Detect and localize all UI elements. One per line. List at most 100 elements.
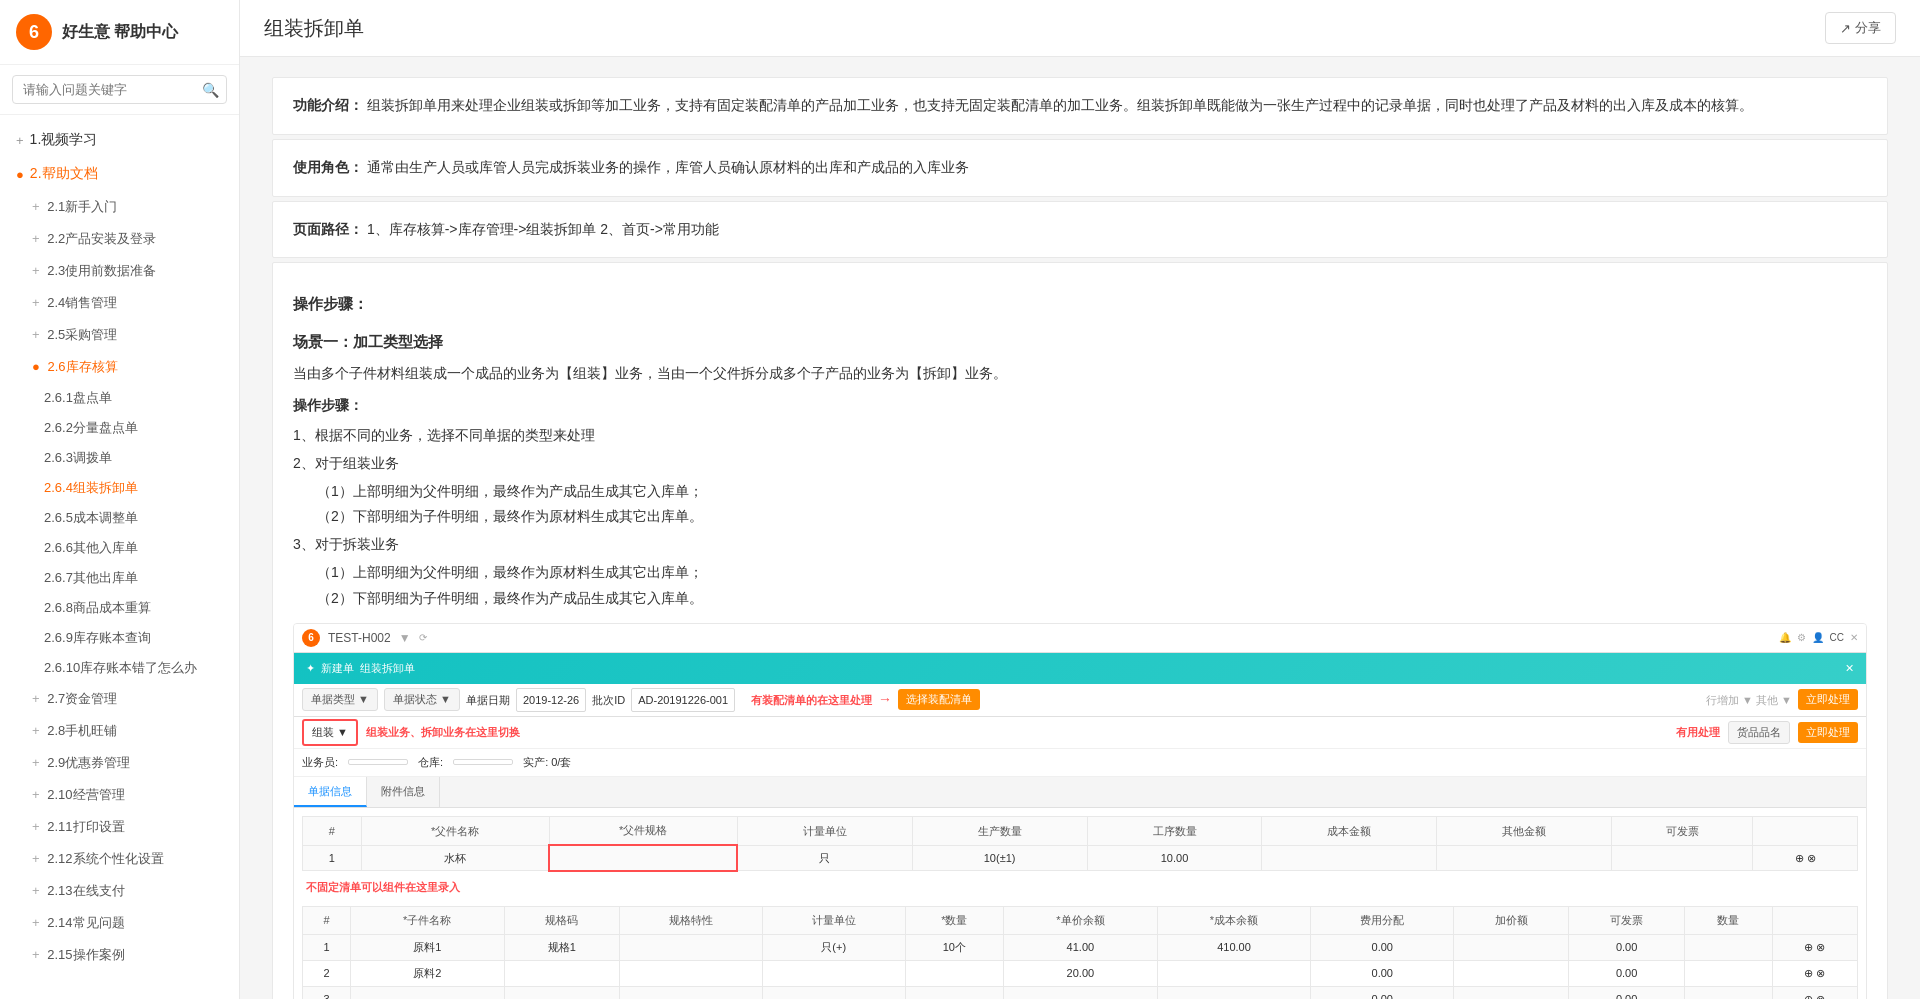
mock-ltd-specprop2 [619,960,762,986]
mock-lower-tbody: 1 原料1 规格1 只(+) 10个 41.00 410.00 0.00 [303,935,1858,999]
mock-refresh-icon: ⟳ [419,629,427,646]
mock-lth-no: # [303,907,351,935]
step3-1: （1）上部明细为父件明细，最终作为原材料生成其它出库单； [317,561,1867,585]
mock-td-pspec1[interactable] [549,845,737,871]
role-text: 通常由生产人员或库管人员完成拆装业务的操作，库管人员确认原材料的出库和产成品的入… [367,159,969,175]
sidebar-item-cases[interactable]: + 2.15操作案例 [0,939,239,971]
sidebar-item-inv264[interactable]: 2.6.4组装拆卸单 [0,473,239,503]
mock-btn-doctype[interactable]: 单据类型 ▼ [302,688,378,711]
mock-btn-docstatus[interactable]: 单据状态 ▼ [384,688,460,711]
sidebar-item-funds[interactable]: + 2.7资金管理 [0,683,239,715]
mock-arrow-right-icon: → [878,688,892,712]
sidebar-item-help[interactable]: ● 2.帮助文档 [0,157,239,191]
sidebar-item-coupon[interactable]: + 2.9优惠券管理 [0,747,239,779]
search-icon[interactable]: 🔍 [202,82,219,98]
step2: 2、对于组装业务 [293,452,1867,476]
sidebar-item-video[interactable]: + 1.视频学习 [0,123,239,157]
sidebar-item-inv266[interactable]: 2.6.6其他入库单 [0,533,239,563]
sidebar-item-newbie[interactable]: + 2.1新手入门 [0,191,239,223]
mock-upper-header-row: # *父件名称 *父件规格 计量单位 生产数量 工序数量 成本金额 其他金额 可… [303,817,1858,845]
mock-tab-active: ✦ [306,659,315,678]
mock-form-info: 业务员: 仓库: 实产: 0/套 [294,749,1866,777]
mock-app-id: TEST-H002 [328,628,391,648]
mock-lth-action [1772,907,1857,935]
sidebar-item-inv267[interactable]: 2.6.7其他出库单 [0,563,239,593]
mock-ltd-speccode2 [504,960,619,986]
sidebar-item-inv2610[interactable]: 2.6.10库存账本错了怎么办 [0,653,239,683]
mock-lower-thead: # *子件名称 规格码 规格特性 计量单位 *数量 *单价余额 *成本余额 费用… [303,907,1858,935]
mock-btn-save[interactable]: 立即处理 [1798,689,1858,710]
mock-date-label: 单据日期 [466,691,510,710]
mock-th-no: # [303,817,362,845]
mock-annotation-text1: 有装配清单的在这里处理 [751,691,872,710]
mock-form-value1[interactable] [348,759,408,765]
mock-td-other1 [1437,845,1612,871]
mock-date-value: 2019-12-26 [516,688,586,713]
sidebar-item-install[interactable]: + 2.2产品安装及登录 [0,223,239,255]
mock-ltd-no1: 1 [303,935,351,961]
sidebar-item-faq[interactable]: + 2.14常见问题 [0,907,239,939]
mock-lower-table: # *子件名称 规格码 规格特性 计量单位 *数量 *单价余额 *成本余额 费用… [302,906,1858,999]
mock-btn-search[interactable]: 货品品名 [1728,721,1790,744]
mock-td-invoice1 [1612,845,1753,871]
share-button[interactable]: ↗ 分享 [1825,12,1896,44]
sidebar-item-mgmt[interactable]: + 2.10经营管理 [0,779,239,811]
mock-td-action1: ⊕ ⊗ [1753,845,1858,871]
top-bar: 组装拆卸单 ↗ 分享 [240,0,1920,57]
step3: 3、对于拆装业务 [293,533,1867,557]
mock-ltd-name2: 原料2 [350,960,504,986]
mock-more-options: 行增加 ▼ 其他 ▼ [1706,691,1792,710]
sidebar-item-custom[interactable]: + 2.12系统个性化设置 [0,843,239,875]
mock-th-proc-qty: 工序数量 [1087,817,1262,845]
step3-2: （2）下部明细为子件明细，最终作为产成品生成其它入库单。 [317,587,1867,611]
sidebar-item-inv263[interactable]: 2.6.3调拨单 [0,443,239,473]
mock-ltd-action1: ⊕ ⊗ [1772,935,1857,961]
mock-ltd-cost2 [1157,960,1311,986]
mock-form-label1: 业务员: [302,753,338,772]
sidebar-item-data[interactable]: + 2.3使用前数据准备 [0,255,239,287]
logo-text: 好生意 帮助中心 [62,22,178,43]
mock-lth-alloc: 费用分配 [1311,907,1454,935]
mock-user-icon: 👤 [1812,629,1824,646]
plus-icon-s: + [32,231,40,246]
mock-btn-select-bom[interactable]: 选择装配清单 [898,689,980,710]
mock-tab-attachment[interactable]: 附件信息 [367,777,440,808]
minus-icon-s: ● [32,359,40,374]
mock-annotation3: 不固定清单可以组件在这里录入 [294,876,1866,899]
table-row: 1 水杯 只 10(±1) 10.00 ⊕ ⊗ [303,845,1858,871]
sidebar-item-print[interactable]: + 2.11打印设置 [0,811,239,843]
sidebar-item-inv262[interactable]: 2.6.2分量盘点单 [0,413,239,443]
mock-form-value2[interactable] [453,759,513,765]
mock-header-teal: ✦ 新建单 组装拆卸单 ✕ [294,653,1866,684]
sidebar-item-payment[interactable]: + 2.13在线支付 [0,875,239,907]
mock-annotation-process: 有用处理 [1676,723,1720,742]
mock-th-parent-name: *父件名称 [361,817,549,845]
mock-tab2: 组装拆卸单 [360,659,415,678]
plus-icon-s: + [32,755,40,770]
mock-lth-qty2: 数量 [1684,907,1772,935]
mock-upper-thead: # *父件名称 *父件规格 计量单位 生产数量 工序数量 成本金额 其他金额 可… [303,817,1858,845]
mock-initials: CC [1830,629,1844,646]
sidebar: 6 好生意 帮助中心 🔍 + 1.视频学习 ● 2.帮助文档 + 2.1新手入门 [0,0,240,999]
mock-settings-icon: ⚙ [1797,629,1806,646]
sidebar-item-inv269[interactable]: 2.6.9库存账本查询 [0,623,239,653]
step2-1: （1）上部明细为父件明细，最终作为产成品生成其它入库单； [317,480,1867,504]
sidebar-item-inv261[interactable]: 2.6.1盘点单 [0,383,239,413]
mock-switch-area: 组装 ▼ 组装业务、拆卸业务在这里切换 有用处理 货品品名 立即处理 [294,717,1866,749]
mock-btn-confirm[interactable]: 立即处理 [1798,722,1858,743]
sidebar-item-mobile[interactable]: + 2.8手机旺铺 [0,715,239,747]
sidebar-item-inv268[interactable]: 2.6.8商品成本重算 [0,593,239,623]
sidebar-item-sales[interactable]: + 2.4销售管理 [0,287,239,319]
sidebar-item-inventory[interactable]: ● 2.6库存核算 [0,351,239,383]
plus-icon-s: + [32,263,40,278]
sidebar-item-inv265[interactable]: 2.6.5成本调整单 [0,503,239,533]
search-input[interactable] [12,75,227,104]
mock-ltd-qty22 [1684,960,1772,986]
mock-tab-docinfo[interactable]: 单据信息 [294,777,367,808]
mock-td-cost1 [1262,845,1437,871]
mock-tabs: 单据信息 附件信息 [294,777,1866,809]
sidebar-item-purchase[interactable]: + 2.5采购管理 [0,319,239,351]
plus-icon-s: + [32,787,40,802]
mock-type-switch[interactable]: 组装 ▼ [302,719,358,746]
mock-lth-unitprice: *单价余额 [1004,907,1158,935]
